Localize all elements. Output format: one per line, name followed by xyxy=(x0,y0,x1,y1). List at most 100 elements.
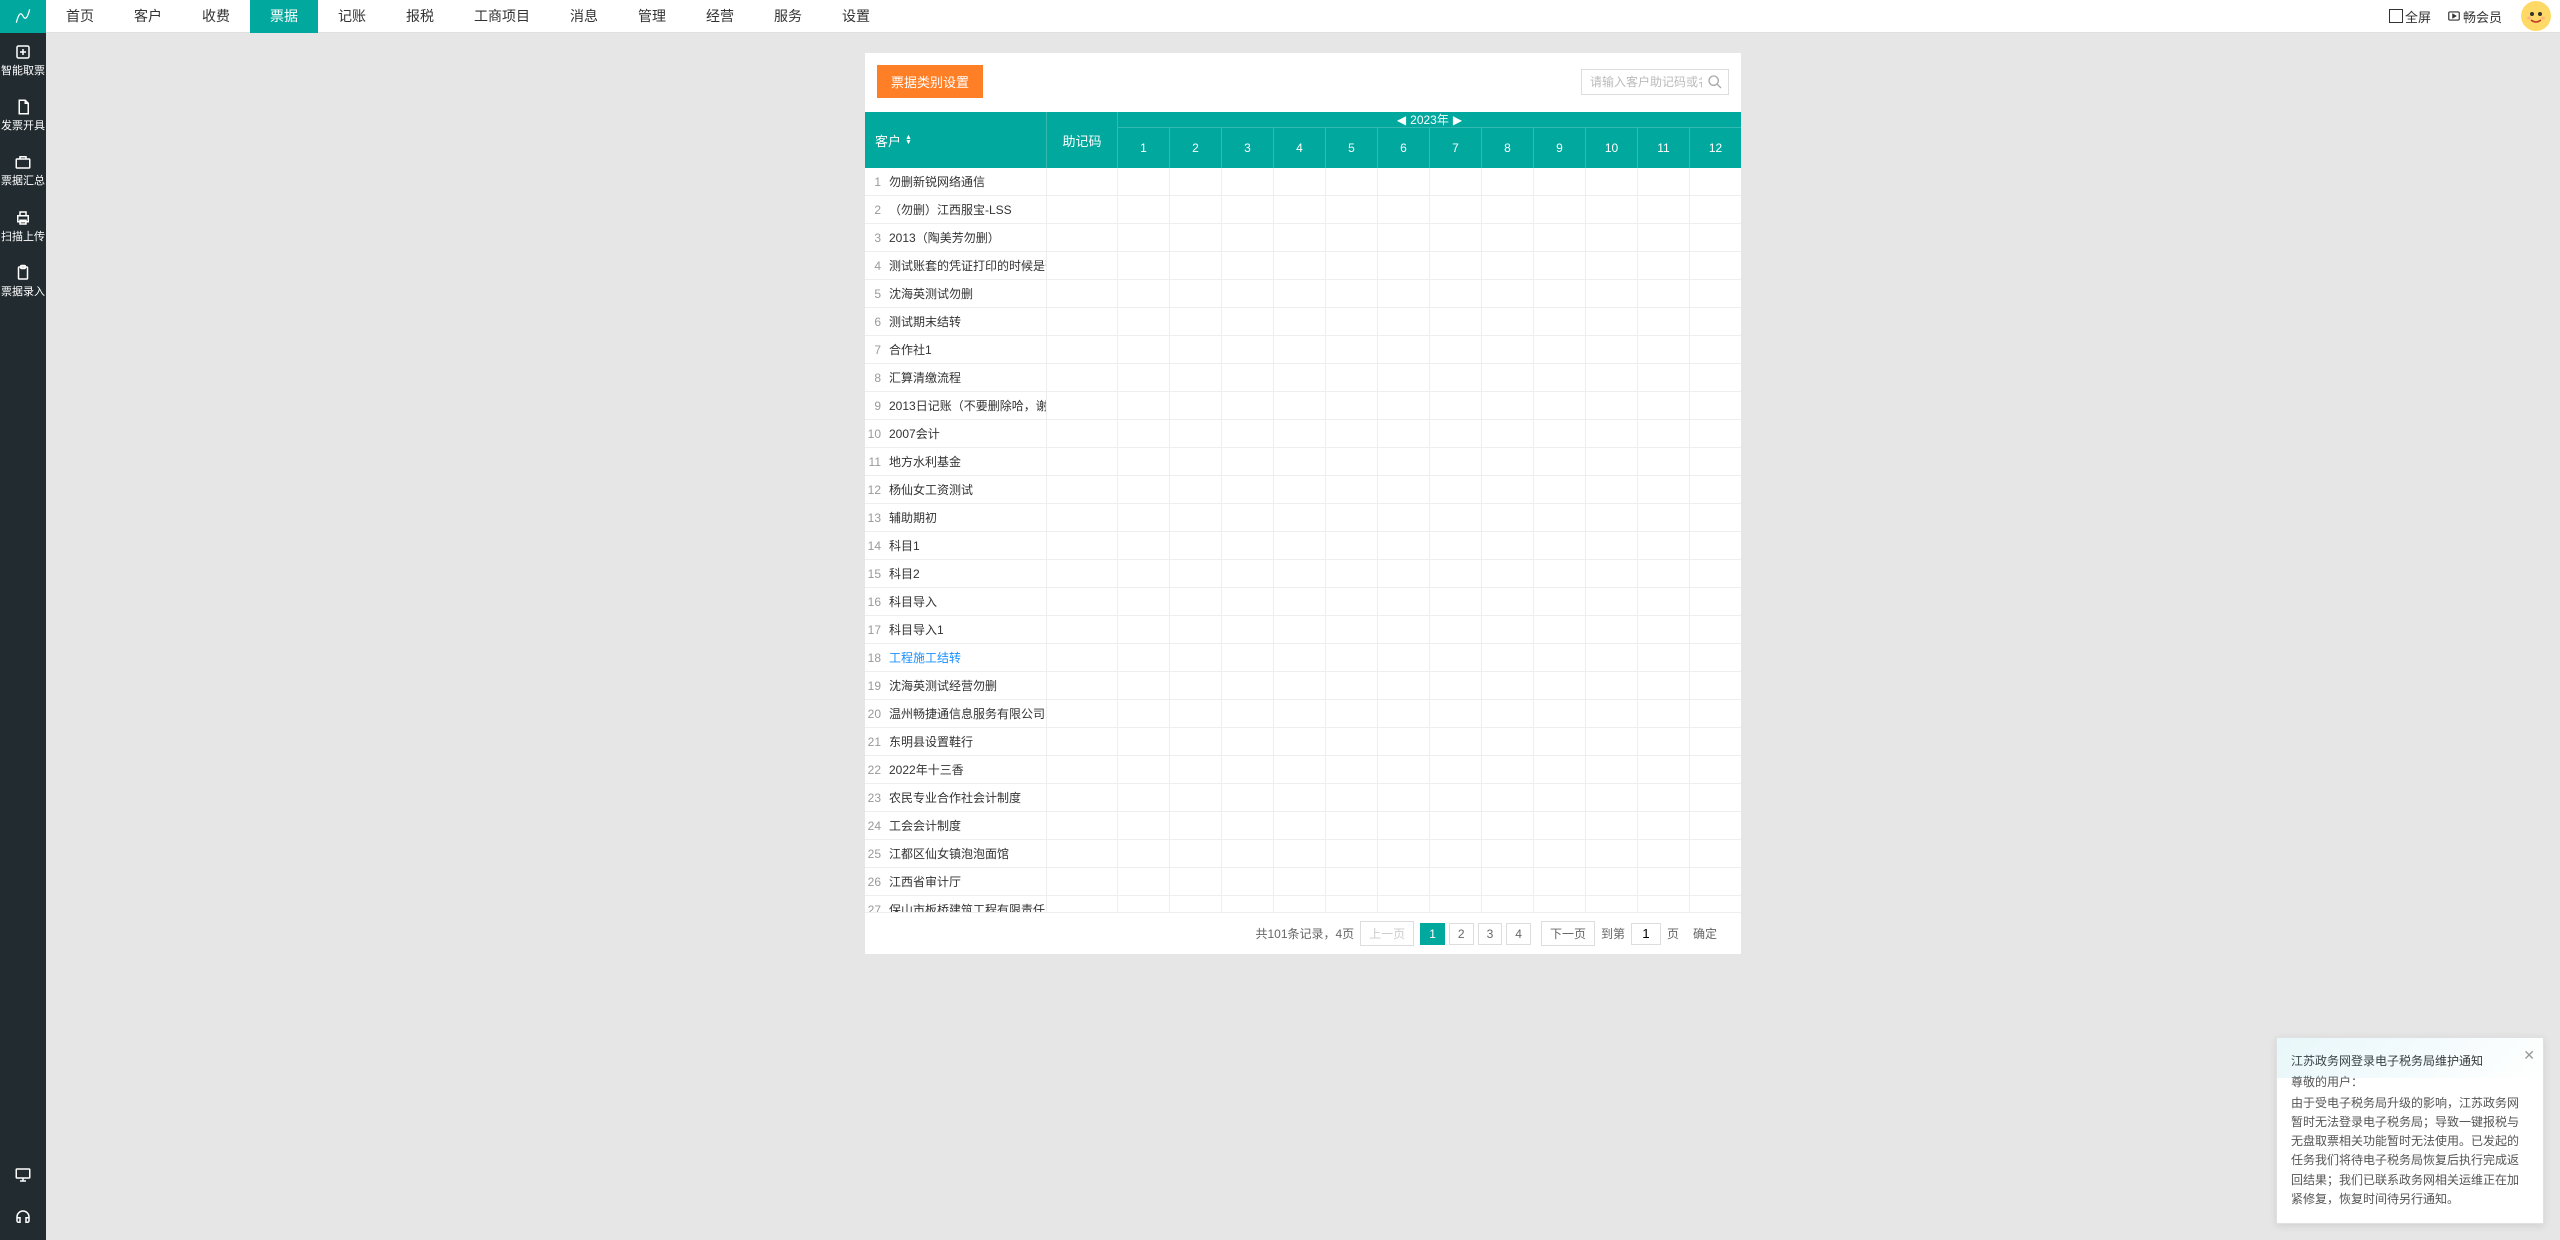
table-row[interactable]: 32013（陶美芳勿删） xyxy=(865,224,1741,252)
sidebar-item-0[interactable]: 智能取票 xyxy=(0,33,46,88)
customer-name: 汇算清缴流程 xyxy=(885,364,1047,391)
fullscreen-button[interactable]: 全屏 xyxy=(2383,7,2437,26)
notification-panel: ✕ 江苏政务网登录电子税务局维护通知 尊敬的用户： 由于受电子税务局升级的影响，… xyxy=(2276,1037,2544,1225)
table-row[interactable]: 25江都区仙女镇泡泡面馆 xyxy=(865,840,1741,868)
nav-item-5[interactable]: 报税 xyxy=(386,0,454,33)
nav-item-2[interactable]: 收费 xyxy=(182,0,250,33)
table-row[interactable]: 17科目导入1 xyxy=(865,616,1741,644)
nav-item-7[interactable]: 消息 xyxy=(550,0,618,33)
column-header-code: 助记码 xyxy=(1047,112,1118,168)
nav-item-8[interactable]: 管理 xyxy=(618,0,686,33)
notification-title: 江苏政务网登录电子税务局维护通知 xyxy=(2291,1052,2529,1071)
sidebar-support[interactable] xyxy=(0,1198,46,1240)
month-header-11: 11 xyxy=(1638,128,1690,168)
monitor-icon xyxy=(14,1166,32,1184)
customer-name: 农民专业合作社会计制度 xyxy=(885,784,1047,811)
customer-name: 江西省审计厅 xyxy=(885,868,1047,895)
month-header-5: 5 xyxy=(1326,128,1378,168)
table-row[interactable]: 7合作社1 xyxy=(865,336,1741,364)
nav-item-1[interactable]: 客户 xyxy=(114,0,182,33)
nav-item-3[interactable]: 票据 xyxy=(250,0,318,33)
sidebar-item-2[interactable]: 票据汇总 xyxy=(0,143,46,198)
table-row[interactable]: 21东明县设置鞋行 xyxy=(865,728,1741,756)
nav-item-9[interactable]: 经营 xyxy=(686,0,754,33)
month-header-1: 1 xyxy=(1118,128,1170,168)
table-row[interactable]: 16科目导入 xyxy=(865,588,1741,616)
table-row[interactable]: 20温州畅捷通信息服务有限公司 xyxy=(865,700,1741,728)
customer-name: 测试账套的凭证打印的时候是否 xyxy=(885,252,1047,279)
notification-greeting: 尊敬的用户： xyxy=(2291,1073,2529,1092)
table-row[interactable]: 18工程施工结转 xyxy=(865,644,1741,672)
table-row[interactable]: 13辅助期初 xyxy=(865,504,1741,532)
month-header-7: 7 xyxy=(1430,128,1482,168)
nav-item-6[interactable]: 工商项目 xyxy=(454,0,550,33)
category-settings-button[interactable]: 票据类别设置 xyxy=(877,65,983,98)
column-header-customer[interactable]: 客户 ▲▼ xyxy=(865,112,1047,168)
table-row[interactable]: 2（勿删）江西服宝-LSS xyxy=(865,196,1741,224)
month-header-2: 2 xyxy=(1170,128,1222,168)
month-header-8: 8 xyxy=(1482,128,1534,168)
nav-item-0[interactable]: 首页 xyxy=(46,0,114,33)
customer-name: 2007会计 xyxy=(885,420,1047,447)
pagination-next[interactable]: 下一页 xyxy=(1541,921,1595,946)
pagination-goto-input[interactable] xyxy=(1631,923,1661,945)
year-prev[interactable]: ◀ xyxy=(1393,113,1410,127)
month-header-10: 10 xyxy=(1586,128,1638,168)
pagination-page-1[interactable]: 1 xyxy=(1420,923,1445,945)
clipboard-icon xyxy=(14,264,32,282)
table-row[interactable]: 24工会会计制度 xyxy=(865,812,1741,840)
customer-name: 科目导入1 xyxy=(885,616,1047,643)
pagination-prev[interactable]: 上一页 xyxy=(1360,921,1414,946)
customer-name: （勿删）江西服宝-LSS xyxy=(885,196,1047,223)
user-avatar[interactable] xyxy=(2520,0,2552,32)
table-row[interactable]: 222022年十三香 xyxy=(865,756,1741,784)
table-row[interactable]: 1勿删新锐网络通信 xyxy=(865,168,1741,196)
table-row[interactable]: 6测试期末结转 xyxy=(865,308,1741,336)
printer-icon xyxy=(14,209,32,227)
month-header-4: 4 xyxy=(1274,128,1326,168)
pagination-page-3[interactable]: 3 xyxy=(1478,923,1503,945)
table-row[interactable]: 5沈海英测试勿删 xyxy=(865,280,1741,308)
briefcase-icon xyxy=(14,153,32,171)
customer-name: 测试期末结转 xyxy=(885,308,1047,335)
table-row[interactable]: 4测试账套的凭证打印的时候是否 xyxy=(865,252,1741,280)
table-row[interactable]: 92013日记账（不要删除哈，谢... xyxy=(865,392,1741,420)
goto-suffix: 页 xyxy=(1667,925,1679,942)
sidebar-item-4[interactable]: 票据录入 xyxy=(0,254,46,309)
plus-icon xyxy=(14,43,32,61)
notification-close[interactable]: ✕ xyxy=(2523,1044,2535,1066)
customer-name: 合作社1 xyxy=(885,336,1047,363)
nav-item-11[interactable]: 设置 xyxy=(822,0,890,33)
pagination-page-2[interactable]: 2 xyxy=(1449,923,1474,945)
table-row[interactable]: 8汇算清缴流程 xyxy=(865,364,1741,392)
sidebar-item-3[interactable]: 扫描上传 xyxy=(0,199,46,254)
year-next[interactable]: ▶ xyxy=(1449,113,1466,127)
pagination-confirm[interactable]: 确定 xyxy=(1685,922,1725,945)
pagination-page-4[interactable]: 4 xyxy=(1506,923,1531,945)
table-row[interactable]: 14科目1 xyxy=(865,532,1741,560)
fullscreen-label: 全屏 xyxy=(2405,7,2431,26)
table-row[interactable]: 11地方水利基金 xyxy=(865,448,1741,476)
table-row[interactable]: 12杨仙女工资测试 xyxy=(865,476,1741,504)
member-button[interactable]: 畅会员 xyxy=(2441,7,2508,26)
table-row[interactable]: 26江西省审计厅 xyxy=(865,868,1741,896)
table-row[interactable]: 102007会计 xyxy=(865,420,1741,448)
sidebar-item-1[interactable]: 发票开具 xyxy=(0,88,46,143)
customer-name: 江都区仙女镇泡泡面馆 xyxy=(885,840,1047,867)
nav-item-10[interactable]: 服务 xyxy=(754,0,822,33)
customer-name: 温州畅捷通信息服务有限公司 xyxy=(885,700,1047,727)
table-row[interactable]: 27保山市板桥建筑工程有限责任... xyxy=(865,896,1741,912)
customer-name: 工程施工结转 xyxy=(885,644,1047,671)
table-row[interactable]: 19沈海英测试经营勿删 xyxy=(865,672,1741,700)
nav-item-4[interactable]: 记账 xyxy=(318,0,386,33)
customer-name: 沈海英测试勿删 xyxy=(885,280,1047,307)
table-row[interactable]: 23农民专业合作社会计制度 xyxy=(865,784,1741,812)
app-logo[interactable] xyxy=(0,0,46,33)
customer-name: 工会会计制度 xyxy=(885,812,1047,839)
sidebar-monitor[interactable] xyxy=(0,1156,46,1198)
table-row[interactable]: 15科目2 xyxy=(865,560,1741,588)
month-header-12: 12 xyxy=(1690,128,1741,168)
year-selector: ◀ 2023年 ▶ xyxy=(1118,112,1741,128)
month-header-3: 3 xyxy=(1222,128,1274,168)
customer-name: 2013日记账（不要删除哈，谢... xyxy=(885,392,1047,419)
